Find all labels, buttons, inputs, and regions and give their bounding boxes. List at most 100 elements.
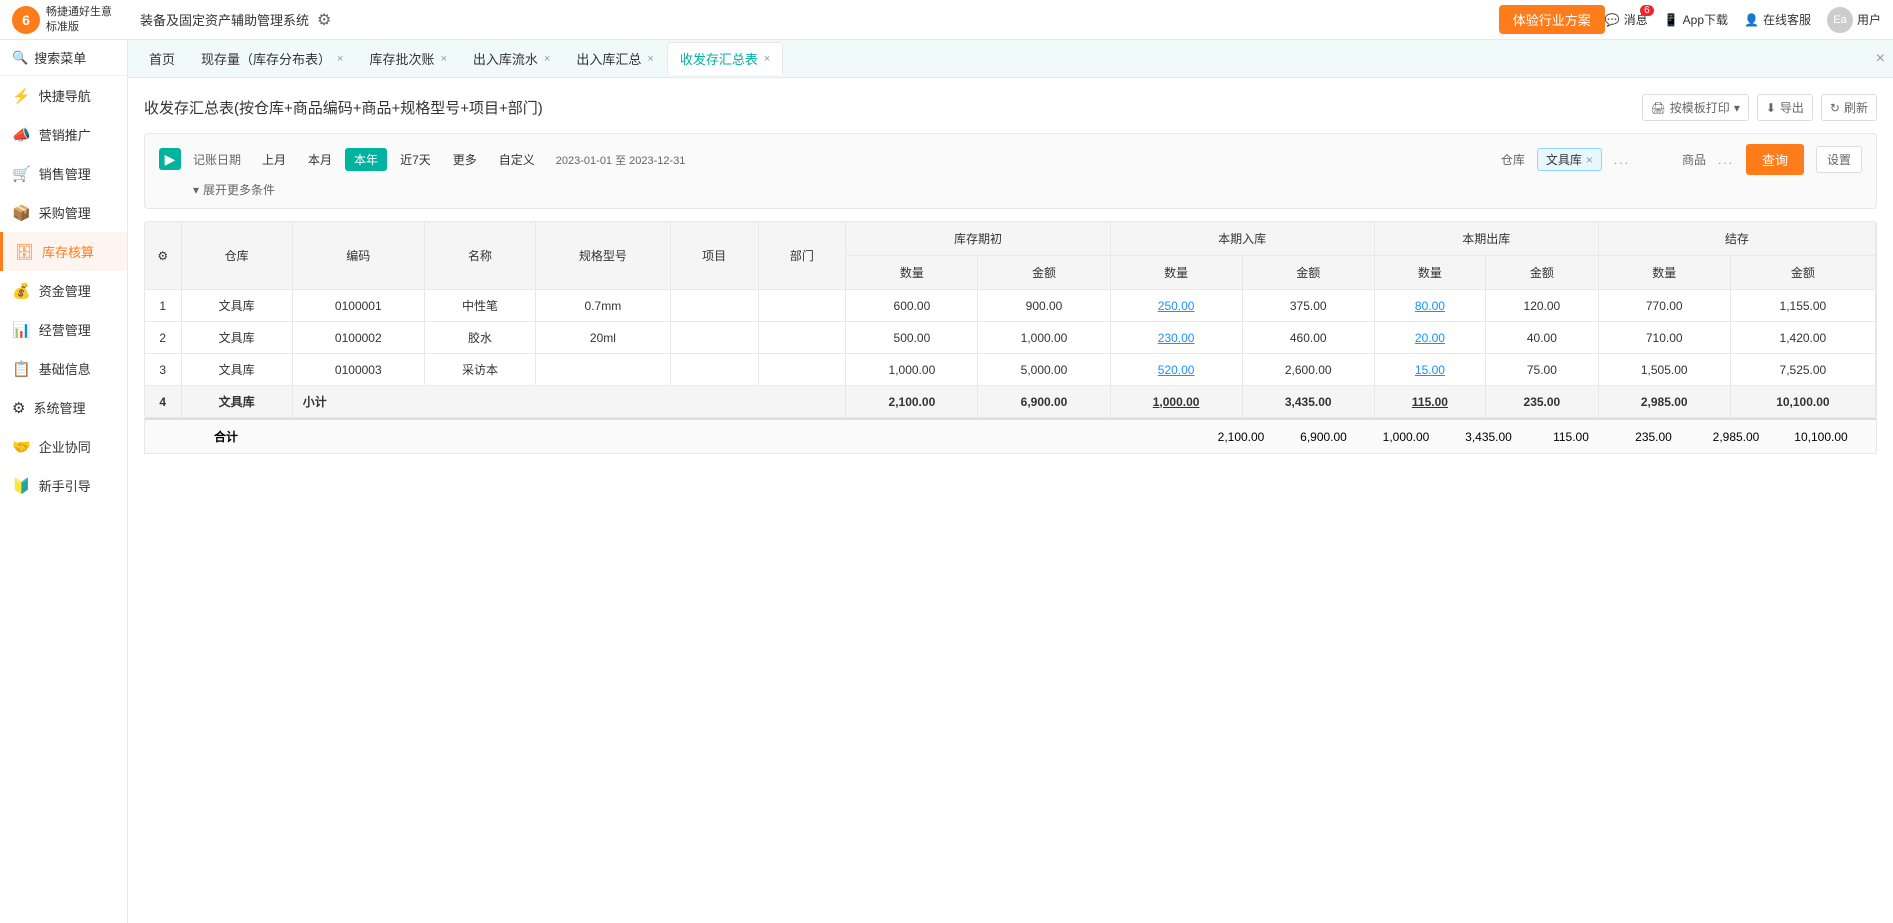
row1-dept bbox=[758, 290, 846, 322]
print-icon: 🖨 bbox=[1651, 101, 1666, 115]
tab-in-out-summary-close[interactable]: × bbox=[647, 53, 653, 65]
online-service-btn[interactable]: 👤 在线客服 bbox=[1744, 11, 1811, 28]
subtotal-out-qty[interactable]: 115.00 bbox=[1374, 386, 1485, 418]
date-btn-last-month[interactable]: 上月 bbox=[253, 148, 295, 171]
tab-recv-send-summary[interactable]: 收发存汇总表 × bbox=[667, 42, 783, 75]
messages-badge: 6 bbox=[1640, 5, 1654, 16]
sidebar-item-operations[interactable]: 📊 经营管理 bbox=[0, 310, 127, 349]
service-icon: 👤 bbox=[1744, 13, 1759, 27]
date-btn-custom[interactable]: 自定义 bbox=[490, 148, 544, 171]
print-btn[interactable]: 🖨 按模板打印 ▾ bbox=[1642, 94, 1749, 121]
total-balance-qty: 2,985.00 bbox=[1696, 430, 1776, 444]
settings-icon[interactable]: ⚙ bbox=[317, 10, 331, 30]
row3-opening-amt: 5,000.00 bbox=[978, 354, 1110, 386]
row3-project bbox=[670, 354, 758, 386]
main-content: 收发存汇总表(按仓库+商品编码+商品+规格型号+项目+部门) 🖨 按模板打印 ▾… bbox=[128, 78, 1893, 923]
sales-icon: 🛒 bbox=[12, 165, 31, 183]
warehouse-more-btn[interactable]: ... bbox=[1614, 153, 1630, 167]
date-btn-this-year[interactable]: 本年 bbox=[345, 148, 387, 171]
row3-code: 0100003 bbox=[292, 354, 424, 386]
table-row: 2 文具库 0100002 胶水 20ml 500.00 1,000.00 23… bbox=[145, 322, 1876, 354]
subtotal-balance-qty: 2,985.00 bbox=[1598, 386, 1730, 418]
row1-in-amt: 375.00 bbox=[1242, 290, 1374, 322]
sidebar-item-purchase[interactable]: 📦 采购管理 bbox=[0, 193, 127, 232]
enterprise-icon: 🤝 bbox=[12, 438, 31, 456]
th-warehouse: 仓库 bbox=[181, 222, 292, 290]
sidebar-item-system[interactable]: ⚙ 系统管理 bbox=[0, 388, 127, 427]
logo-area: 6 畅捷通好生意 标准版 bbox=[12, 5, 140, 34]
product-more-btn[interactable]: ... bbox=[1718, 153, 1734, 167]
subtotal-in-qty[interactable]: 1,000.00 bbox=[1110, 386, 1242, 418]
total-opening-amt: 6,900.00 bbox=[1281, 430, 1366, 444]
filter-area: ▶ 记账日期 上月 本月 本年 近7天 更多 自定义 bbox=[144, 133, 1877, 209]
refresh-btn[interactable]: ↻ 刷新 bbox=[1821, 94, 1877, 121]
date-btn-this-month[interactable]: 本月 bbox=[299, 148, 341, 171]
sidebar-item-enterprise[interactable]: 🤝 企业协同 bbox=[0, 427, 127, 466]
sidebar-item-basic-info[interactable]: 📋 基础信息 bbox=[0, 349, 127, 388]
sidebar-item-quick-nav[interactable]: ⚡ 快捷导航 bbox=[0, 76, 127, 115]
row2-in-qty[interactable]: 230.00 bbox=[1110, 322, 1242, 354]
date-btn-more[interactable]: 更多 bbox=[444, 148, 486, 171]
tab-in-out-flow-close[interactable]: × bbox=[544, 53, 550, 65]
row1-in-qty[interactable]: 250.00 bbox=[1110, 290, 1242, 322]
app-download-btn[interactable]: 📱 App下载 bbox=[1664, 11, 1728, 28]
query-btn[interactable]: 查询 bbox=[1746, 144, 1804, 175]
sidebar-item-guide[interactable]: 🔰 新手引导 bbox=[0, 466, 127, 505]
content-area: 首页 现存量（库存分布表） × 库存批次账 × 出入库流水 × 出入库汇总 × bbox=[128, 40, 1893, 923]
sidebar-item-inventory[interactable]: 🗄 库存核算 bbox=[0, 232, 127, 271]
th-in: 本期入库 bbox=[1110, 222, 1374, 256]
tab-batch-ledger-close[interactable]: × bbox=[440, 53, 446, 65]
row2-project bbox=[670, 322, 758, 354]
subtotal-warehouse: 文具库 bbox=[181, 386, 292, 418]
row1-no: 1 bbox=[145, 290, 181, 322]
message-icon: 💬 bbox=[1605, 13, 1620, 27]
expand-filter-btn[interactable]: ▾ 展开更多条件 bbox=[193, 181, 1862, 198]
row1-out-amt: 120.00 bbox=[1486, 290, 1599, 322]
export-btn[interactable]: ⬇ 导出 bbox=[1757, 94, 1813, 121]
tab-stock-dist-close[interactable]: × bbox=[337, 53, 343, 65]
th-settings[interactable]: ⚙ bbox=[145, 222, 181, 290]
row3-balance-amt: 7,525.00 bbox=[1730, 354, 1875, 386]
user-btn[interactable]: Ea 用户 bbox=[1827, 7, 1881, 33]
tab-stock-dist[interactable]: 现存量（库存分布表） × bbox=[188, 42, 356, 75]
sidebar-item-marketing[interactable]: 📣 营销推广 bbox=[0, 115, 127, 154]
total-opening-qty: 2,100.00 bbox=[1201, 430, 1281, 444]
tab-in-out-summary[interactable]: 出入库汇总 × bbox=[563, 42, 666, 75]
th-out-qty: 数量 bbox=[1374, 256, 1485, 290]
system-title: 装备及固定资产辅助管理系统 ⚙ bbox=[140, 10, 1499, 30]
row3-name: 采访本 bbox=[424, 354, 535, 386]
table-settings-btn[interactable]: 设置 bbox=[1816, 146, 1862, 173]
subtotal-label: 小计 bbox=[292, 386, 846, 418]
total-label: 合计 bbox=[191, 428, 261, 445]
chevron-down-icon: ▾ bbox=[193, 183, 199, 197]
inventory-icon: 🗄 bbox=[15, 243, 34, 261]
sidebar-search[interactable]: 🔍 搜索菜单 bbox=[0, 40, 127, 76]
row3-out-amt: 75.00 bbox=[1486, 354, 1599, 386]
row2-out-qty[interactable]: 20.00 bbox=[1374, 322, 1485, 354]
row3-balance-qty: 1,505.00 bbox=[1598, 354, 1730, 386]
th-product-code: 编码 bbox=[292, 222, 424, 290]
th-in-amt: 金额 bbox=[1242, 256, 1374, 290]
date-btn-7days[interactable]: 近7天 bbox=[391, 148, 440, 171]
filter-row-date: 记账日期 上月 本月 本年 近7天 更多 自定义 2023-01-01 至 20… bbox=[193, 144, 1862, 175]
row2-warehouse: 文具库 bbox=[181, 322, 292, 354]
filter-arrow-btn[interactable]: ▶ bbox=[159, 148, 181, 170]
close-all-tabs[interactable]: × bbox=[1876, 50, 1885, 68]
row3-out-qty[interactable]: 15.00 bbox=[1374, 354, 1485, 386]
tab-batch-ledger[interactable]: 库存批次账 × bbox=[356, 42, 459, 75]
row1-opening-qty: 600.00 bbox=[846, 290, 978, 322]
sidebar-item-sales[interactable]: 🛒 销售管理 bbox=[0, 154, 127, 193]
th-opening-qty: 数量 bbox=[846, 256, 978, 290]
sidebar-item-finance[interactable]: 💰 资金管理 bbox=[0, 271, 127, 310]
messages-btn[interactable]: 💬 消息 6 bbox=[1605, 11, 1648, 28]
finance-icon: 💰 bbox=[12, 282, 31, 300]
trial-btn[interactable]: 体验行业方案 bbox=[1499, 5, 1605, 34]
tab-recv-send-summary-close[interactable]: × bbox=[764, 53, 770, 65]
tab-bar: 首页 现存量（库存分布表） × 库存批次账 × 出入库流水 × 出入库汇总 × bbox=[128, 40, 1893, 78]
warehouse-tag-remove[interactable]: × bbox=[1586, 153, 1593, 167]
row1-out-qty[interactable]: 80.00 bbox=[1374, 290, 1485, 322]
row3-in-qty[interactable]: 520.00 bbox=[1110, 354, 1242, 386]
tab-home[interactable]: 首页 bbox=[136, 42, 188, 75]
total-out-qty: 115.00 bbox=[1531, 430, 1611, 444]
tab-in-out-flow[interactable]: 出入库流水 × bbox=[460, 42, 563, 75]
